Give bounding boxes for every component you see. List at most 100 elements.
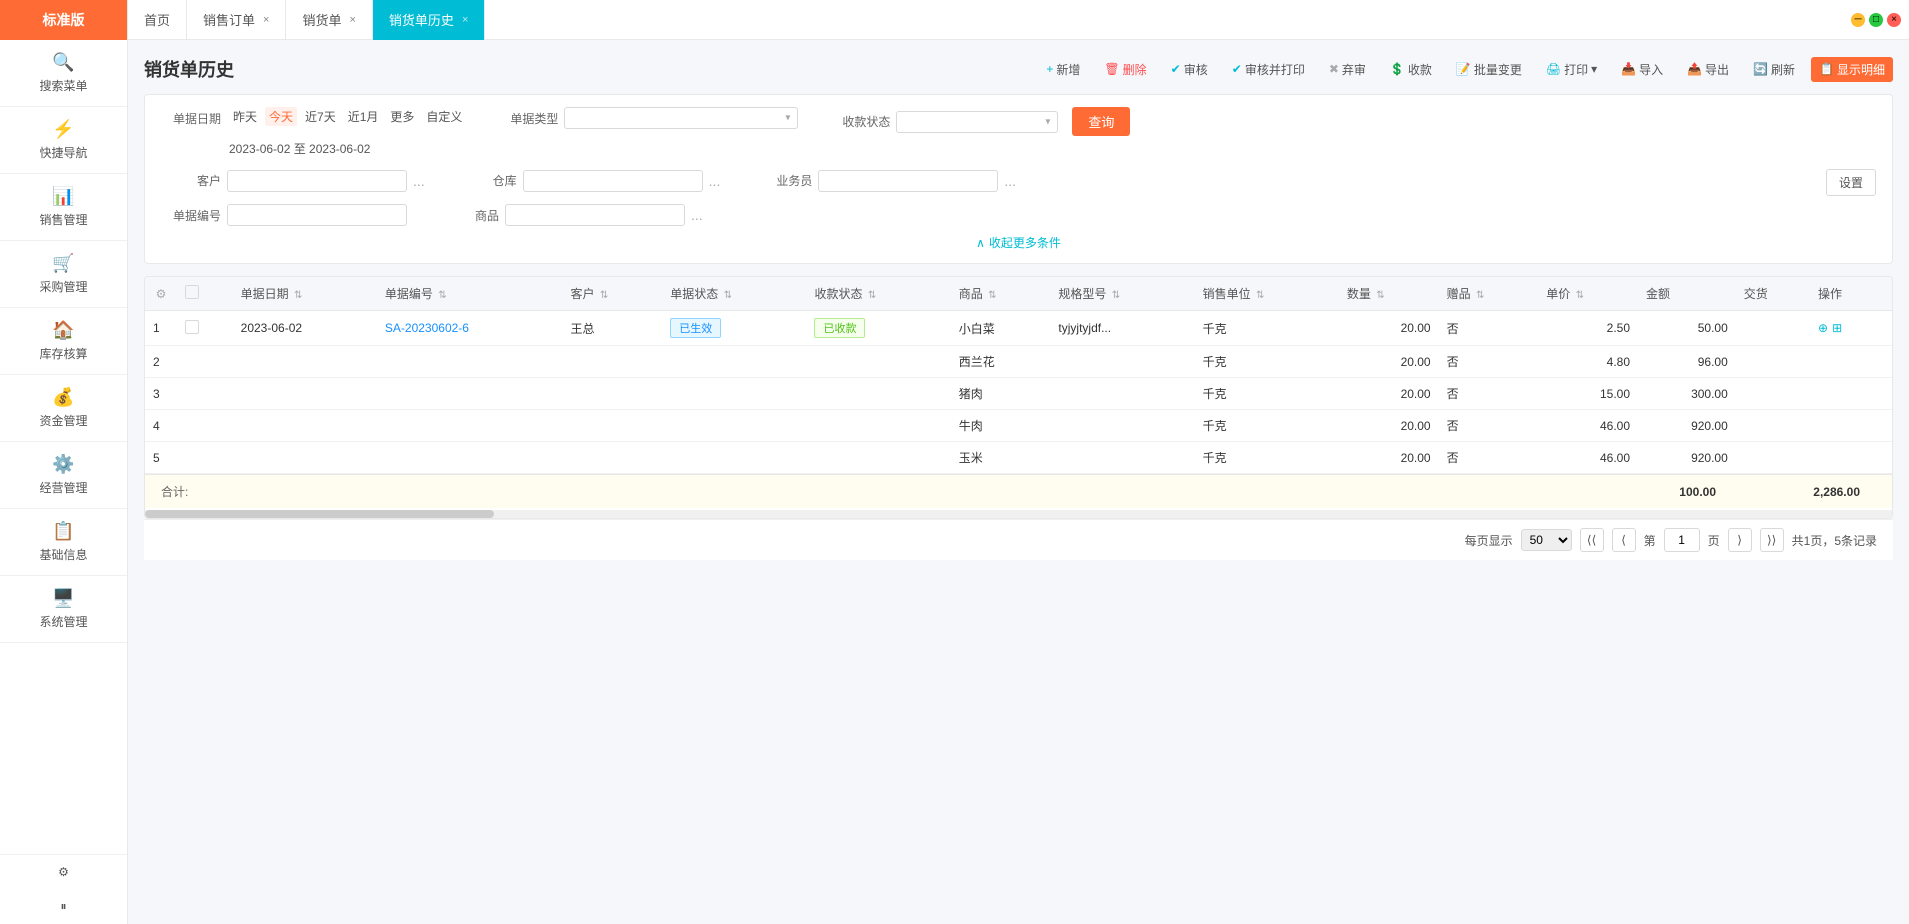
import-button[interactable]: 📥 导入: [1613, 57, 1671, 82]
horizontal-scrollbar[interactable]: [145, 510, 1892, 518]
date-tab-yesterday[interactable]: 昨天: [229, 107, 261, 126]
page-title: 销货单历史: [144, 56, 234, 82]
logo-text: 标准版: [43, 10, 85, 30]
table-settings-th[interactable]: ⚙: [145, 277, 177, 311]
th-doc-status-sort[interactable]: ⇅: [724, 290, 732, 301]
cell-sales-unit: 千克: [1195, 410, 1339, 442]
sidebar-bottom-toggle[interactable]: ⏸: [0, 889, 127, 924]
sidebar-item-purchase-mgmt[interactable]: 🛒 采购管理: [0, 241, 127, 308]
window-close-btn[interactable]: ×: [1887, 13, 1901, 27]
next-page-btn[interactable]: ⟩: [1728, 528, 1752, 552]
sidebar-label-basic-info: 基础信息: [39, 546, 87, 563]
salesperson-dots[interactable]: ...: [1004, 173, 1016, 189]
refresh-button[interactable]: 🔄 刷新: [1745, 57, 1803, 82]
cell-delivery: [1736, 346, 1810, 378]
sidebar-item-sales-mgmt[interactable]: 📊 销售管理: [0, 174, 127, 241]
page-number-input[interactable]: [1664, 528, 1700, 552]
sidebar-item-basic-info[interactable]: 📋 基础信息: [0, 509, 127, 576]
tab-sales-order-close[interactable]: ×: [263, 14, 269, 26]
cell-qty: 20.00: [1339, 442, 1439, 474]
date-tab-today[interactable]: 今天: [265, 107, 297, 126]
sidebar-bottom-settings[interactable]: ⚙: [0, 855, 127, 889]
th-doc-no-sort[interactable]: ⇅: [438, 290, 446, 301]
cell-doc-date: [233, 442, 377, 474]
collapse-button[interactable]: ∧ 收起更多条件: [161, 234, 1876, 251]
sidebar-label-ops-mgmt: 经营管理: [39, 479, 87, 496]
th-qty: 数量 ⇅: [1339, 277, 1439, 311]
new-button[interactable]: + 新增: [1038, 57, 1088, 82]
collect-label: 收款: [1408, 61, 1432, 78]
th-unit-price-sort[interactable]: ⇅: [1576, 290, 1584, 301]
sidebar-item-inventory[interactable]: 🏠 库存核算: [0, 308, 127, 375]
tab-sales-history-close[interactable]: ×: [462, 14, 468, 26]
cell-delivery: [1736, 442, 1810, 474]
th-spec-type-sort[interactable]: ⇅: [1112, 290, 1120, 301]
window-min-btn[interactable]: ─: [1851, 13, 1865, 27]
collect-button[interactable]: 💲 收款: [1382, 57, 1440, 82]
collect-status-select[interactable]: [896, 111, 1058, 133]
set-button[interactable]: 设置: [1826, 169, 1876, 196]
select-all-checkbox[interactable]: [185, 285, 199, 299]
doc-no-link[interactable]: SA-20230602-6: [385, 321, 469, 335]
th-doc-date-sort[interactable]: ⇅: [294, 290, 302, 301]
window-max-btn[interactable]: □: [1869, 13, 1883, 27]
date-tab-1month[interactable]: 近1月: [344, 107, 383, 126]
sidebar-label-search-menu: 搜索菜单: [39, 77, 87, 94]
salesperson-input[interactable]: [818, 170, 998, 192]
cell-gift: 否: [1439, 410, 1539, 442]
query-button[interactable]: 查询: [1072, 107, 1130, 136]
tab-sales-order[interactable]: 销售订单 ×: [187, 0, 286, 40]
sidebar-item-quick-nav[interactable]: ⚡ 快捷导航: [0, 107, 127, 174]
date-tab-custom[interactable]: 自定义: [422, 107, 466, 126]
doc-no-input[interactable]: [227, 204, 407, 226]
th-sales-unit-sort[interactable]: ⇅: [1256, 290, 1264, 301]
tab-sales-order-label: 销售订单: [203, 10, 255, 29]
sidebar-item-ops-mgmt[interactable]: ⚙️ 经营管理: [0, 442, 127, 509]
tab-sales-history[interactable]: 销货单历史 ×: [373, 0, 485, 40]
op1-btn[interactable]: ⊕: [1818, 321, 1828, 335]
th-customer-sort[interactable]: ⇅: [600, 290, 608, 301]
op2-btn[interactable]: ⊞: [1832, 321, 1842, 335]
warehouse-dots[interactable]: ...: [709, 173, 721, 189]
scroll-thumb[interactable]: [145, 510, 494, 518]
print-button[interactable]: 🖨 打印 ▾: [1538, 57, 1605, 82]
per-page-select[interactable]: 50 100 200: [1521, 529, 1572, 551]
date-tab-7days[interactable]: 近7天: [301, 107, 340, 126]
filter-panel: 单据日期 昨天 今天 近7天 近1月 更多 自定义 2023-06-02 至 2…: [144, 94, 1893, 264]
prev-page-btn[interactable]: ⟨: [1612, 528, 1636, 552]
goods-input[interactable]: [505, 204, 685, 226]
tab-sales-delivery-close[interactable]: ×: [349, 14, 355, 26]
export-button[interactable]: 📤 导出: [1679, 57, 1737, 82]
th-sales-unit: 销售单位 ⇅: [1195, 277, 1339, 311]
doc-type-select[interactable]: [564, 107, 798, 129]
cell-operation: ⊕⊞: [1810, 311, 1892, 346]
tab-home[interactable]: 首页: [128, 0, 187, 40]
last-page-btn[interactable]: ⟩⟩: [1760, 528, 1784, 552]
row-checkbox[interactable]: [185, 320, 199, 334]
th-operation: 操作: [1810, 277, 1892, 311]
sidebar-item-finance-mgmt[interactable]: 💰 资金管理: [0, 375, 127, 442]
th-qty-sort[interactable]: ⇅: [1376, 290, 1384, 301]
first-page-btn[interactable]: ⟨⟨: [1580, 528, 1604, 552]
customer-dots[interactable]: ...: [413, 173, 425, 189]
show-details-button[interactable]: 📋 显示明细: [1811, 57, 1893, 82]
sidebar-item-sys-mgmt[interactable]: 🖥️ 系统管理: [0, 576, 127, 643]
th-gift-sort[interactable]: ⇅: [1476, 290, 1484, 301]
cell-index: 5: [145, 442, 177, 474]
show-details-icon: 📋: [1819, 62, 1834, 76]
th-goods-sort[interactable]: ⇅: [988, 290, 996, 301]
goods-dots[interactable]: ...: [691, 207, 703, 223]
audit-print-button[interactable]: ✔ 审核并打印: [1224, 57, 1313, 82]
th-collect-status-sort[interactable]: ⇅: [868, 290, 876, 301]
export-label: 导出: [1705, 61, 1729, 78]
warehouse-input[interactable]: [523, 170, 703, 192]
delete-button[interactable]: 🗑 删除: [1096, 57, 1154, 82]
cell-unit-price: 15.00: [1538, 378, 1638, 410]
customer-input[interactable]: [227, 170, 407, 192]
abandon-button[interactable]: ✖ 弃审: [1321, 57, 1374, 82]
date-tab-more[interactable]: 更多: [386, 107, 418, 126]
tab-sales-delivery[interactable]: 销货单 ×: [286, 0, 372, 40]
audit-button[interactable]: ✔ 审核: [1163, 57, 1216, 82]
batch-change-button[interactable]: 📝 批量变更: [1448, 57, 1530, 82]
sidebar-item-search-menu[interactable]: 🔍 搜索菜单: [0, 40, 127, 107]
